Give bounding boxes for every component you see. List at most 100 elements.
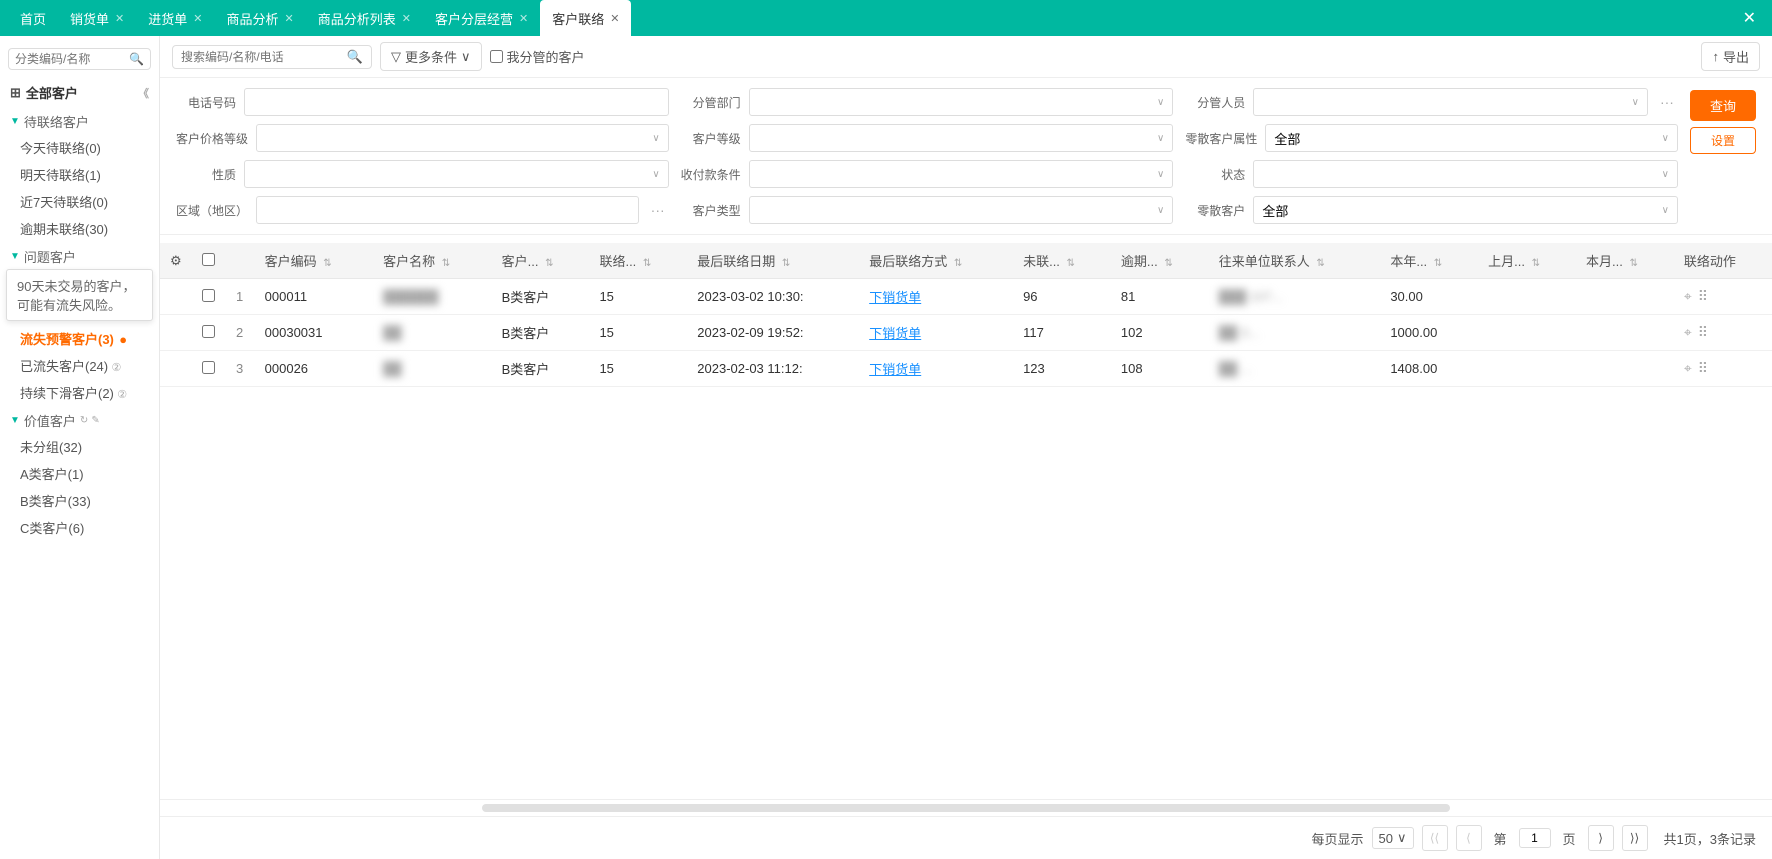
nav-home[interactable]: 首页	[8, 0, 58, 36]
filter-more-2[interactable]: ···	[647, 202, 669, 218]
td-checkbox-1[interactable]	[192, 279, 225, 315]
th-this-month[interactable]: 本月... ⇅	[1576, 243, 1674, 279]
td-checkbox-3[interactable]	[192, 351, 225, 387]
my-customers-checkbox-label[interactable]: 我分管的客户	[490, 47, 585, 66]
th-checkbox[interactable]	[192, 243, 225, 279]
nav-customer-tier[interactable]: 客户分层经营 ✕	[423, 0, 540, 36]
close-analysis-tab[interactable]: ✕	[285, 12, 294, 25]
window-close[interactable]: ✕	[1735, 8, 1764, 28]
export-btn[interactable]: ↑ 导出	[1701, 42, 1760, 71]
chevron-down-icon: ∨	[1157, 97, 1164, 108]
prev-page-btn[interactable]: ⟨	[1456, 825, 1482, 851]
td-last-way-2[interactable]: 下销货单	[859, 315, 1013, 351]
nav-product-analysis-list[interactable]: 商品分析列表 ✕	[306, 0, 423, 36]
filter-region-select[interactable]	[256, 196, 639, 224]
nav-customer-contact[interactable]: 客户联络 ✕	[540, 0, 631, 36]
filter-nature-select[interactable]: ∨	[244, 160, 669, 188]
sidebar-item-churn-warning[interactable]: 流失预警客户(3) ●	[0, 325, 159, 352]
action-more-icon-1[interactable]: ⠿	[1698, 288, 1708, 305]
td-this-year-3: 1408.00	[1380, 351, 1478, 387]
close-purchase-tab[interactable]: ✕	[193, 12, 202, 25]
search-input[interactable]	[181, 50, 347, 64]
td-uncontacted-1: 96	[1013, 279, 1111, 315]
close-analysis-list-tab[interactable]: ✕	[402, 12, 411, 25]
row-checkbox-1[interactable]	[202, 289, 215, 302]
next-page-btn[interactable]: ⟩	[1588, 825, 1614, 851]
table-row: 3 000026 ██ B类客户 15 2023-02-03 11:12: 下销…	[160, 351, 1772, 387]
th-this-year[interactable]: 本年... ⇅	[1380, 243, 1478, 279]
td-person-3: ██ ...	[1209, 351, 1381, 387]
sidebar-item-declining[interactable]: 持续下滑客户(2) ②	[0, 379, 159, 406]
th-contact[interactable]: 联络... ⇅	[589, 243, 687, 279]
th-last-way[interactable]: 最后联络方式 ⇅	[859, 243, 1013, 279]
first-page-btn[interactable]: ⟨⟨	[1422, 825, 1448, 851]
th-code[interactable]: 客户编码 ⇅	[255, 243, 373, 279]
sidebar-item-today[interactable]: 今天待联络(0)	[0, 134, 159, 161]
blurred-name-2: ██	[383, 325, 401, 340]
close-sales-tab[interactable]: ✕	[115, 12, 124, 25]
filter-payment-select[interactable]: ∨	[749, 160, 1174, 188]
sidebar-search-input[interactable]	[15, 52, 129, 66]
sidebar-item-b-class[interactable]: B类客户(33)	[0, 487, 159, 514]
td-checkbox-2[interactable]	[192, 315, 225, 351]
my-customers-checkbox[interactable]	[490, 50, 503, 63]
page-size-select[interactable]: 50 ∨	[1372, 827, 1414, 849]
action-link-icon-3[interactable]: ⌖	[1684, 360, 1692, 377]
sort-way-icon: ⇅	[954, 258, 962, 269]
th-last-date[interactable]: 最后联络日期 ⇅	[687, 243, 859, 279]
page-input[interactable]	[1519, 828, 1551, 848]
sidebar-all-customers[interactable]: ⊞ 全部客户 《	[0, 78, 159, 107]
action-link-icon-2[interactable]: ⌖	[1684, 324, 1692, 341]
close-tier-tab[interactable]: ✕	[519, 12, 528, 25]
close-contact-tab[interactable]: ✕	[610, 12, 619, 25]
filter-retail-select[interactable]: 全部 ∨	[1253, 196, 1678, 224]
sidebar-item-7days[interactable]: 近7天待联络(0)	[0, 188, 159, 215]
sidebar-item-ungrouped[interactable]: 未分组(32)	[0, 433, 159, 460]
more-conditions-btn[interactable]: ▽ 更多条件 ∨	[380, 42, 482, 71]
th-overdue[interactable]: 逾期... ⇅	[1111, 243, 1209, 279]
th-last-month[interactable]: 上月... ⇅	[1478, 243, 1576, 279]
scroll-track[interactable]	[482, 804, 1449, 812]
th-name[interactable]: 客户名称 ⇅	[373, 243, 491, 279]
filter-retail-attr-select[interactable]: 全部 ∨	[1265, 124, 1678, 152]
sidebar-item-churned[interactable]: 已流失客户(24) ②	[0, 352, 159, 379]
sidebar-group-value[interactable]: ▼ 价值客户 ↻ ✎	[0, 406, 159, 433]
action-link-icon-1[interactable]: ⌖	[1684, 288, 1692, 305]
sidebar-group-pending[interactable]: ▼ 待联络客户	[0, 107, 159, 134]
td-code-2: 00030031	[255, 315, 373, 351]
filter-price-tier-select[interactable]: ∨	[256, 124, 669, 152]
td-code-1: 000011	[255, 279, 373, 315]
filter-customer-tier-select[interactable]: ∨	[749, 124, 1174, 152]
th-person[interactable]: 往来单位联系人 ⇅	[1209, 243, 1381, 279]
query-button[interactable]: 查询	[1690, 90, 1756, 121]
th-settings[interactable]: ⚙	[160, 243, 192, 279]
filter-manager-select[interactable]: ∨	[1253, 88, 1648, 116]
sidebar-item-a-class[interactable]: A类客户(1)	[0, 460, 159, 487]
th-type[interactable]: 客户... ⇅	[492, 243, 590, 279]
select-all-checkbox[interactable]	[202, 253, 215, 266]
row-checkbox-2[interactable]	[202, 325, 215, 338]
th-no	[225, 243, 255, 279]
nav-sales[interactable]: 销货单 ✕	[58, 0, 136, 36]
filter-status-select[interactable]: ∨	[1253, 160, 1678, 188]
td-last-way-1[interactable]: 下销货单	[859, 279, 1013, 315]
nav-product-analysis[interactable]: 商品分析 ✕	[214, 0, 305, 36]
sidebar-item-tomorrow[interactable]: 明天待联络(1)	[0, 161, 159, 188]
page-label-pre: 第	[1494, 829, 1507, 848]
settings-button[interactable]: 设置	[1690, 127, 1756, 154]
sidebar-item-overdue[interactable]: 逾期未联络(30)	[0, 215, 159, 242]
td-last-way-3[interactable]: 下销货单	[859, 351, 1013, 387]
sidebar-group-problem[interactable]: ▼ 问题客户	[0, 242, 159, 269]
last-page-btn[interactable]: ⟩⟩	[1622, 825, 1648, 851]
filter-phone-input[interactable]	[244, 88, 669, 116]
row-checkbox-3[interactable]	[202, 361, 215, 374]
filter-more-1[interactable]: ···	[1656, 94, 1678, 110]
nav-purchase[interactable]: 进货单 ✕	[136, 0, 214, 36]
action-more-icon-3[interactable]: ⠿	[1698, 360, 1708, 377]
filter-dept-select[interactable]: ∨	[749, 88, 1174, 116]
filter-customer-type-select[interactable]: ∨	[749, 196, 1174, 224]
action-more-icon-2[interactable]: ⠿	[1698, 324, 1708, 341]
sidebar-item-c-class[interactable]: C类客户(6)	[0, 514, 159, 541]
sort-person-icon: ⇅	[1316, 258, 1324, 269]
th-uncontacted[interactable]: 未联... ⇅	[1013, 243, 1111, 279]
